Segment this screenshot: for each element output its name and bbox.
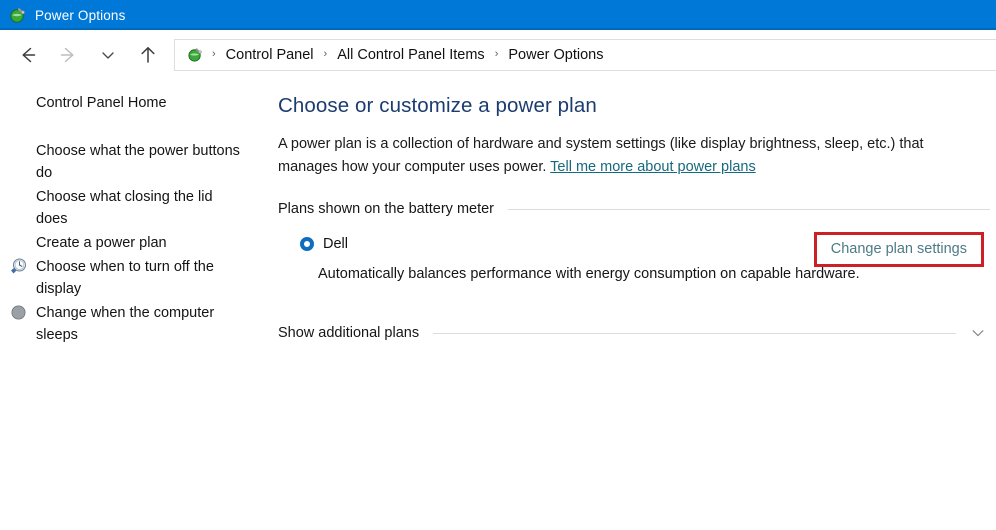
sidebar: Control Panel Home Choose what the power… [0, 79, 278, 348]
breadcrumb-separator: › [323, 47, 328, 60]
navigation-toolbar: › Control Panel › All Control Panel Item… [0, 30, 996, 79]
show-additional-plans-label[interactable]: Show additional plans [278, 325, 419, 341]
up-arrow-icon [141, 46, 155, 63]
control-panel-icon [187, 46, 204, 63]
change-plan-settings-link[interactable]: Change plan settings [831, 241, 967, 257]
sidebar-item-control-panel-home[interactable]: Control Panel Home [0, 92, 278, 114]
sidebar-item-closing-lid[interactable]: Choose what closing the lid does [0, 186, 278, 230]
sidebar-icon-slot [0, 232, 36, 234]
titlebar-bottom-shade [0, 28, 996, 30]
forward-arrow-icon [60, 47, 74, 62]
sidebar-icon-slot [0, 140, 36, 142]
sidebar-item-label: Create a power plan [36, 235, 167, 251]
sidebar-item-label: Choose what the power buttons do [36, 143, 240, 181]
moon-icon [10, 304, 27, 321]
expander-divider [433, 332, 956, 334]
up-button[interactable] [128, 35, 168, 75]
sidebar-item-label: Choose when to turn off the display [36, 259, 214, 297]
sidebar-item-label: Choose what closing the lid does [36, 189, 213, 227]
breadcrumb-item-control-panel[interactable]: Control Panel [224, 47, 316, 63]
breadcrumb-separator: › [494, 47, 499, 60]
plan-radio-dell[interactable] [300, 237, 314, 251]
chevron-down-icon [102, 51, 114, 59]
sidebar-item-label: Change when the computer sleeps [36, 305, 215, 343]
sidebar-item-create-power-plan[interactable]: Create a power plan [0, 232, 278, 254]
back-arrow-icon [22, 47, 36, 62]
sidebar-item-computer-sleeps[interactable]: Change when the computer sleeps [0, 302, 278, 346]
page-description: A power plan is a collection of hardware… [278, 133, 958, 179]
address-bar[interactable]: › Control Panel › All Control Panel Item… [174, 38, 996, 71]
window-title-bar: Power Options [0, 0, 996, 30]
clock-icon [10, 258, 27, 275]
group-divider [508, 208, 990, 210]
breadcrumb-separator: › [212, 47, 216, 60]
change-plan-settings-highlight: Change plan settings [813, 232, 984, 267]
plan-block: Dell Automatically balances performance … [278, 232, 990, 285]
plan-name: Dell [323, 236, 348, 252]
show-additional-plans-row[interactable]: Show additional plans [278, 325, 990, 341]
tell-me-more-link[interactable]: Tell me more about power plans [550, 159, 756, 175]
window-title: Power Options [35, 7, 126, 23]
recent-locations-button[interactable] [88, 35, 128, 75]
plans-group-header: Plans shown on the battery meter [278, 201, 990, 217]
power-plug-icon [9, 6, 27, 24]
sidebar-icon-slot [0, 92, 36, 94]
page-title: Choose or customize a power plan [278, 94, 597, 117]
breadcrumb-item-power-options[interactable]: Power Options [506, 47, 605, 63]
sidebar-item-power-buttons[interactable]: Choose what the power buttons do [0, 140, 278, 184]
sidebar-icon-slot [0, 186, 36, 188]
page-content: Control Panel Home Choose what the power… [0, 79, 996, 530]
back-button[interactable] [8, 35, 48, 75]
forward-button[interactable] [48, 35, 88, 75]
plans-group-label: Plans shown on the battery meter [278, 201, 495, 217]
sidebar-icon-slot [0, 302, 36, 321]
chevron-down-icon[interactable] [970, 325, 986, 341]
sidebar-item-label: Control Panel Home [36, 95, 167, 111]
main-pane: Choose or customize a power plan A power… [278, 79, 996, 341]
breadcrumb-item-all-control-panel-items[interactable]: All Control Panel Items [335, 47, 486, 63]
sidebar-icon-slot [0, 256, 36, 275]
sidebar-item-turn-off-display[interactable]: Choose when to turn off the display [0, 256, 278, 300]
